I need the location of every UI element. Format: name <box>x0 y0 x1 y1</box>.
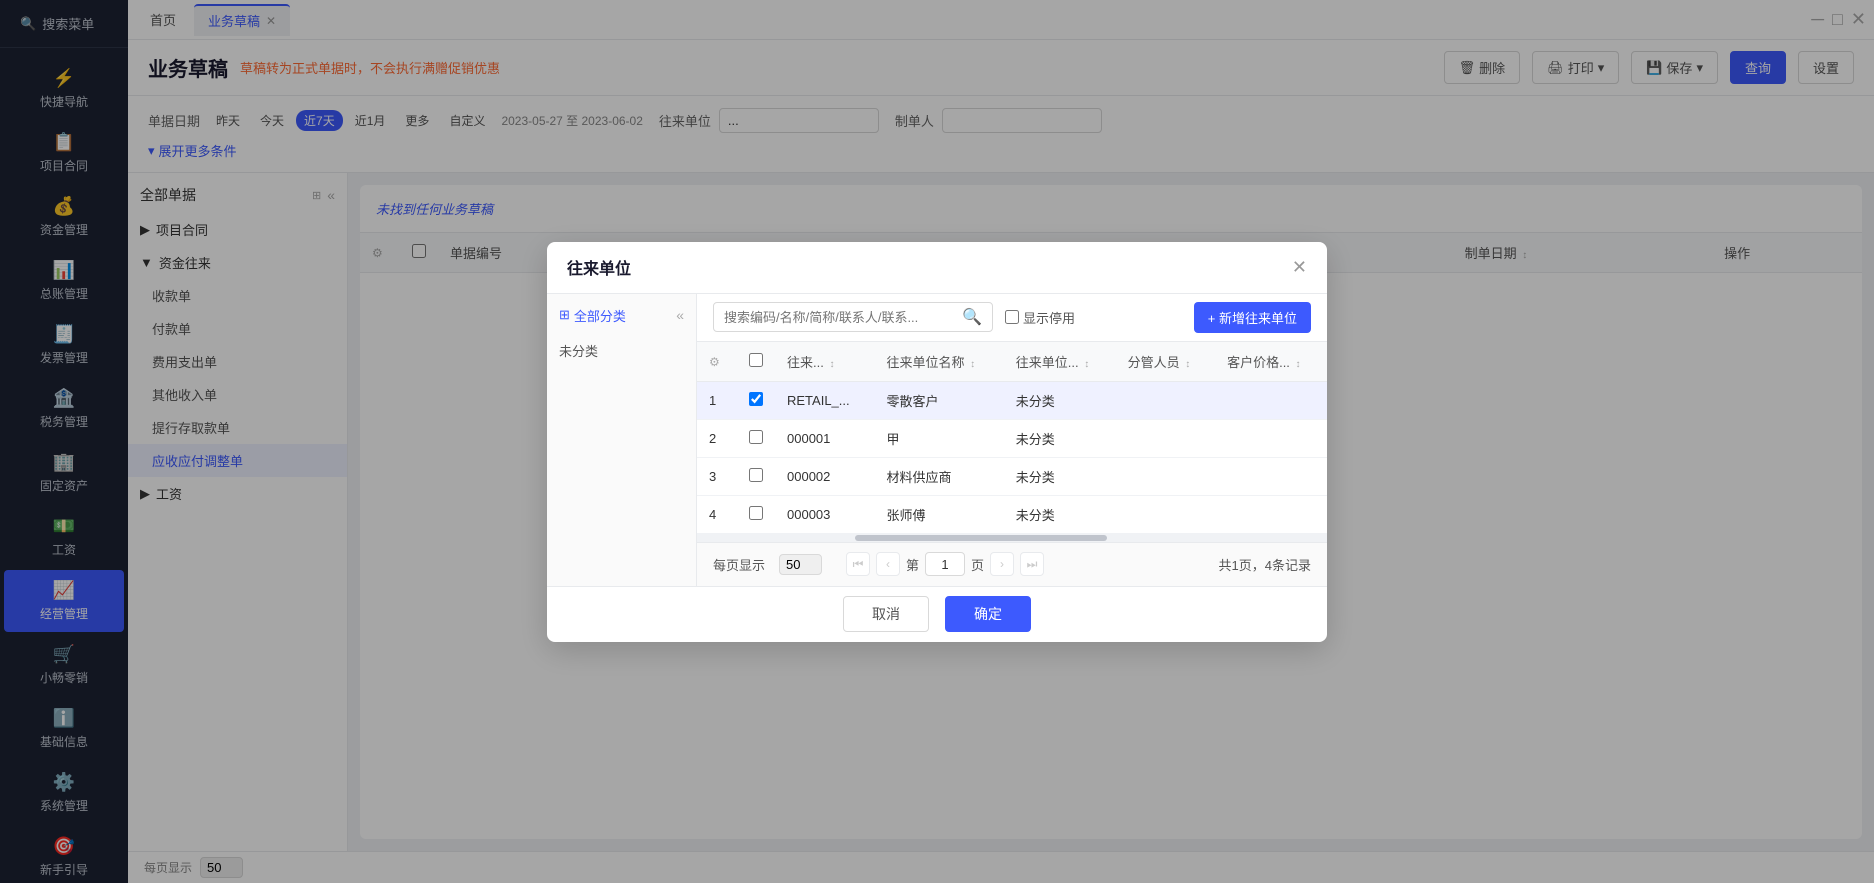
row-check[interactable] <box>737 495 775 533</box>
row-code: 000002 <box>775 457 874 495</box>
row-check[interactable] <box>737 419 775 457</box>
row-category: 未分类 <box>1004 495 1116 533</box>
dialog-per-page-select[interactable]: 50 <box>779 554 822 575</box>
next-page-button[interactable]: › <box>990 552 1014 576</box>
dialog-table-row[interactable]: 3 000002 材料供应商 未分类 <box>697 457 1327 495</box>
dialog-category-unclassified[interactable]: 未分类 <box>547 333 696 368</box>
row-code: RETAIL_... <box>775 381 874 419</box>
dialog-close-button[interactable]: ✕ <box>1292 257 1307 278</box>
modal-overlay: 往来单位 ✕ ⊞ 全部分类 « 未分类 <box>0 0 1874 883</box>
search-icon: 🔍 <box>962 307 982 327</box>
show-disabled-text: 显示停用 <box>1023 308 1075 327</box>
price-sort-icon[interactable]: ↕ <box>1296 359 1301 370</box>
row-code: 000001 <box>775 419 874 457</box>
dialog-col-salesperson: 分管人员 ↕ <box>1116 342 1215 382</box>
page-label: 第 <box>906 555 919 574</box>
page-number-input[interactable] <box>925 552 965 576</box>
dialog-left-panel: ⊞ 全部分类 « 未分类 <box>547 294 697 586</box>
dialog-table-row[interactable]: 2 000001 甲 未分类 <box>697 419 1327 457</box>
dialog-col-price: 客户价格... ↕ <box>1215 342 1327 382</box>
dialog-category-title: 全部分类 <box>574 306 626 325</box>
row-category: 未分类 <box>1004 381 1116 419</box>
code-sort-icon[interactable]: ↕ <box>829 359 834 370</box>
dialog-search-box: 🔍 <box>713 302 993 332</box>
row-category: 未分类 <box>1004 419 1116 457</box>
row-check[interactable] <box>737 381 775 419</box>
add-partner-button[interactable]: + 新增往来单位 <box>1194 302 1311 333</box>
row-code: 000003 <box>775 495 874 533</box>
dialog-pagination: 每页显示 50 ⏮ ‹ 第 页 › ⏭ 共1页，4条记录 <box>697 542 1327 586</box>
collapse-left-icon[interactable]: « <box>676 307 684 323</box>
row-settings: 3 <box>697 457 737 495</box>
dialog-table-row[interactable]: 1 RETAIL_... 零散客户 未分类 <box>697 381 1327 419</box>
row-name: 材料供应商 <box>874 457 1003 495</box>
name-sort-icon[interactable]: ↕ <box>970 359 975 370</box>
prev-page-button[interactable]: ‹ <box>876 552 900 576</box>
dialog-right-panel: 🔍 显示停用 + 新增往来单位 ⚙ <box>697 294 1327 586</box>
row-salesperson <box>1116 495 1215 533</box>
dialog-header: 往来单位 ✕ <box>547 242 1327 294</box>
row-settings: 2 <box>697 419 737 457</box>
row-name: 甲 <box>874 419 1003 457</box>
dialog-table: ⚙ 往来... ↕ 往来单位名称 ↕ 往来单位... ↕ 分管人员 ↕ 客户价格… <box>697 342 1327 534</box>
sales-sort-icon[interactable]: ↕ <box>1185 359 1190 370</box>
dialog-body: ⊞ 全部分类 « 未分类 🔍 显示停用 <box>547 294 1327 586</box>
dialog-toolbar: 🔍 显示停用 + 新增往来单位 <box>697 294 1327 342</box>
dialog-table-row[interactable]: 4 000003 张师傅 未分类 <box>697 495 1327 533</box>
row-category: 未分类 <box>1004 457 1116 495</box>
last-page-button[interactable]: ⏭ <box>1020 552 1044 576</box>
row-price <box>1215 381 1327 419</box>
dialog-search-input[interactable] <box>724 310 956 325</box>
page-suffix: 页 <box>971 555 984 574</box>
scrollbar-thumb <box>855 535 1107 541</box>
horizontal-scrollbar[interactable] <box>697 534 1327 542</box>
first-page-button[interactable]: ⏮ <box>846 552 870 576</box>
row-settings: 4 <box>697 495 737 533</box>
dialog-col-name: 往来单位名称 ↕ <box>874 342 1003 382</box>
dialog-actions: 取消 确定 <box>547 586 1327 642</box>
confirm-button[interactable]: 确定 <box>945 596 1031 632</box>
cancel-button[interactable]: 取消 <box>843 596 929 632</box>
row-salesperson <box>1116 381 1215 419</box>
row-name: 零散客户 <box>874 381 1003 419</box>
row-price <box>1215 495 1327 533</box>
dialog-table-wrap: ⚙ 往来... ↕ 往来单位名称 ↕ 往来单位... ↕ 分管人员 ↕ 客户价格… <box>697 342 1327 534</box>
row-price <box>1215 457 1327 495</box>
dialog-col-category: 往来单位... ↕ <box>1004 342 1116 382</box>
dialog-col-code: 往来... ↕ <box>775 342 874 382</box>
per-page-label: 每页显示 <box>713 555 765 574</box>
row-price <box>1215 419 1327 457</box>
row-check[interactable] <box>737 457 775 495</box>
dialog-title: 往来单位 <box>567 255 631 279</box>
show-disabled-checkbox[interactable] <box>1005 310 1019 324</box>
show-disabled-label[interactable]: 显示停用 <box>1005 308 1075 327</box>
cat-sort-icon[interactable]: ↕ <box>1084 359 1089 370</box>
dialog-category-header: ⊞ 全部分类 « <box>547 306 696 333</box>
row-salesperson <box>1116 457 1215 495</box>
row-name: 张师傅 <box>874 495 1003 533</box>
dialog-select-all[interactable] <box>749 353 763 367</box>
dialog-settings-col-icon[interactable]: ⚙ <box>709 355 720 369</box>
row-settings: 1 <box>697 381 737 419</box>
grid-icon: ⊞ <box>559 307 570 323</box>
row-salesperson <box>1116 419 1215 457</box>
partner-dialog: 往来单位 ✕ ⊞ 全部分类 « 未分类 <box>547 242 1327 642</box>
pagination-info: 共1页，4条记录 <box>1219 555 1311 574</box>
